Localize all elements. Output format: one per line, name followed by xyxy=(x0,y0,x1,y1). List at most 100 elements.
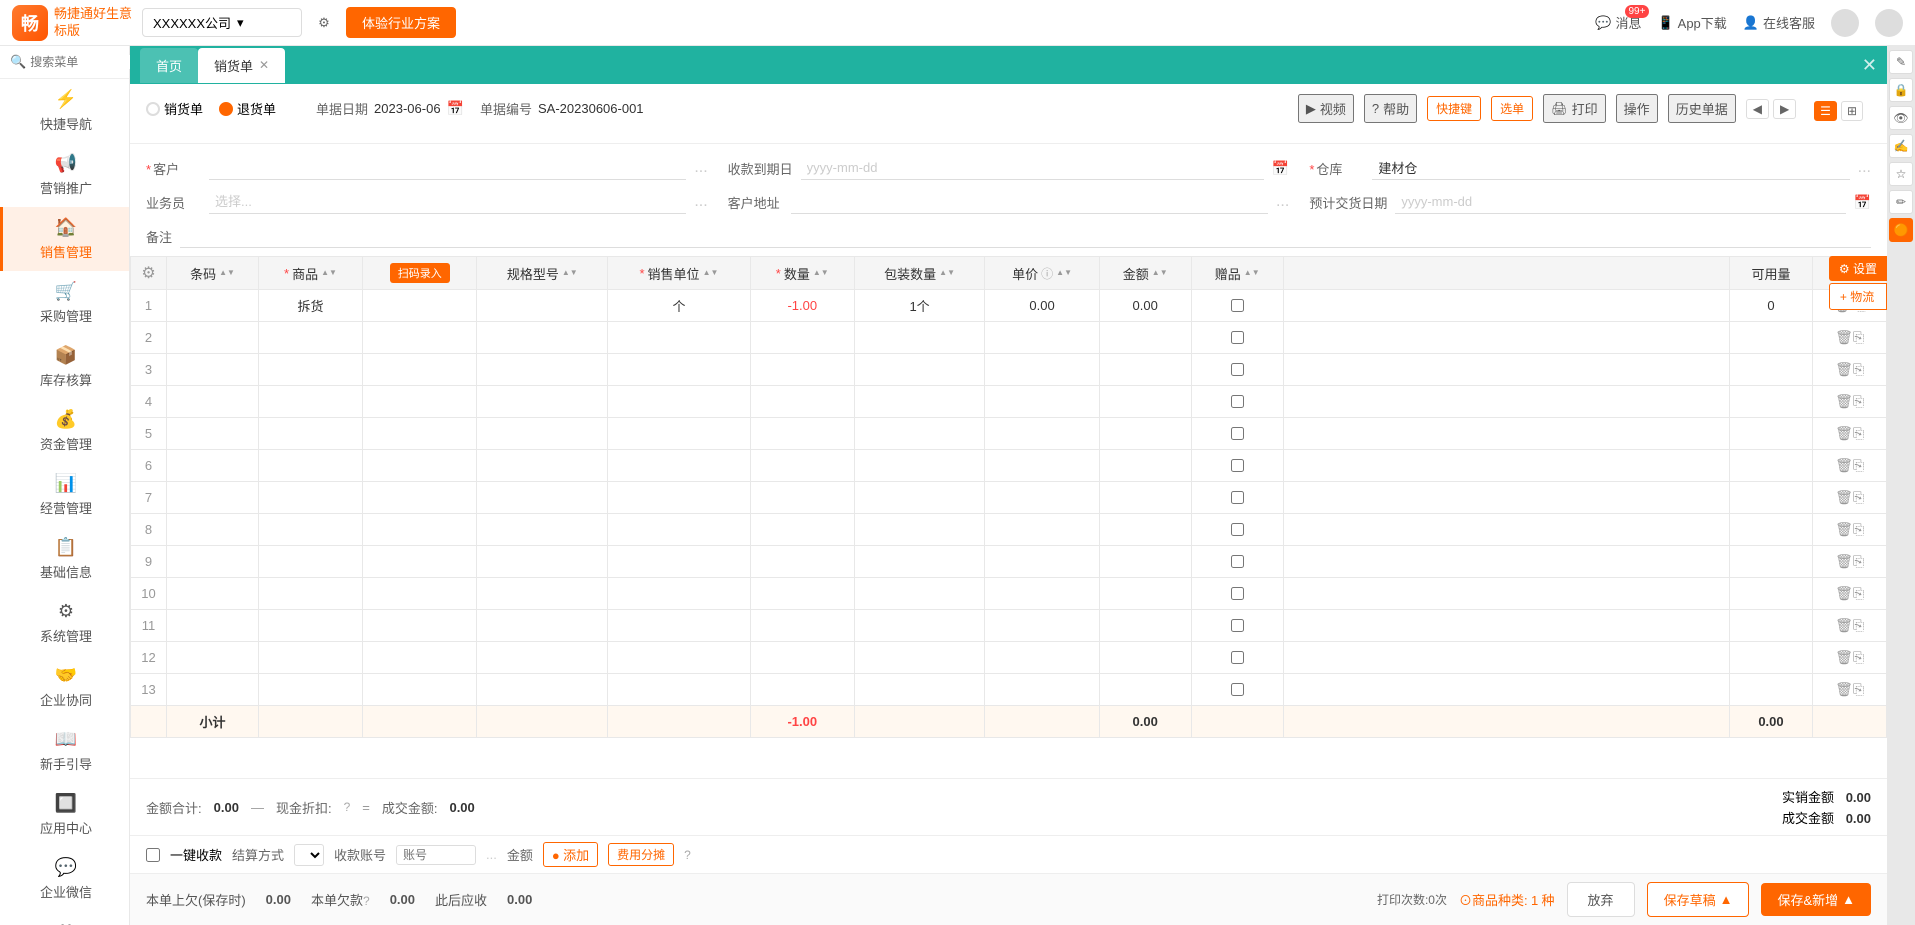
gift-checkbox-3[interactable] xyxy=(1231,363,1244,376)
copy-icon-11[interactable]: ⎘ xyxy=(1853,617,1864,633)
row-barcode-1[interactable] xyxy=(167,290,259,322)
sidebar-item-quick-nav[interactable]: ⚡ 快捷导航 xyxy=(0,79,129,143)
row-price-1[interactable]: 0.00 xyxy=(985,290,1099,322)
right-btn-orange[interactable]: 🟠 xyxy=(1889,218,1913,242)
sidebar-item-operations[interactable]: 📊 经营管理 xyxy=(0,463,129,527)
window-close-button[interactable]: ✕ xyxy=(1862,55,1877,76)
copy-icon-6[interactable]: ⎘ xyxy=(1853,457,1864,473)
radio-sales[interactable]: 销货单 xyxy=(146,99,203,118)
sidebar-item-purchase[interactable]: 🛒 采购管理 xyxy=(0,271,129,335)
online-service-button[interactable]: 👤 在线客服 xyxy=(1743,13,1815,32)
settings-float-button[interactable]: ⚙ 设置 xyxy=(1829,256,1887,281)
fee-help-icon[interactable]: ? xyxy=(684,848,691,862)
gift-checkbox-13[interactable] xyxy=(1231,683,1244,696)
row-unit-1[interactable]: 个 xyxy=(608,290,751,322)
gift-checkbox-5[interactable] xyxy=(1231,427,1244,440)
copy-icon-10[interactable]: ⎘ xyxy=(1853,585,1864,601)
gift-checkbox-10[interactable] xyxy=(1231,587,1244,600)
logistics-float-button[interactable]: + 物流 xyxy=(1829,283,1887,310)
gift-checkbox-9[interactable] xyxy=(1231,555,1244,568)
delete-icon-6[interactable]: 🗑 xyxy=(1835,457,1853,473)
list-view-button[interactable]: ☰ xyxy=(1814,101,1837,121)
user-avatar2[interactable] xyxy=(1875,9,1903,37)
prev-button[interactable]: ◀ xyxy=(1746,99,1769,119)
print-button[interactable]: 🖨 打印 xyxy=(1543,94,1606,123)
delete-icon-12[interactable]: 🗑 xyxy=(1835,649,1853,665)
row-amount-1[interactable]: 0.00 xyxy=(1099,290,1191,322)
abandon-button[interactable]: 放弃 xyxy=(1567,882,1635,917)
save-new-button[interactable]: 保存&新增 ▲ xyxy=(1761,883,1871,916)
salesperson-dots[interactable]: ... xyxy=(694,193,707,211)
right-btn-5[interactable]: ☆ xyxy=(1889,162,1913,186)
owe-info-icon[interactable]: ? xyxy=(363,894,370,908)
add-payment-button[interactable]: ● 添加 xyxy=(543,842,598,867)
account-dots[interactable]: ... xyxy=(486,847,497,862)
delete-icon-5[interactable]: 🗑 xyxy=(1835,425,1853,441)
gift-checkbox-11[interactable] xyxy=(1231,619,1244,632)
tab-sales-order[interactable]: 销货单 ✕ xyxy=(198,48,285,83)
gift-checkbox-6[interactable] xyxy=(1231,459,1244,472)
customer-input[interactable] xyxy=(209,156,686,180)
trial-button[interactable]: 体验行业方案 xyxy=(346,7,456,38)
gift-checkbox-12[interactable] xyxy=(1231,651,1244,664)
row-gift-1[interactable] xyxy=(1191,290,1283,322)
gift-checkbox-4[interactable] xyxy=(1231,395,1244,408)
right-btn-1[interactable]: ✎ xyxy=(1889,50,1913,74)
sidebar-item-guide[interactable]: 📖 新手引导 xyxy=(0,719,129,783)
copy-icon-5[interactable]: ⎘ xyxy=(1853,425,1864,441)
sidebar-item-wechat[interactable]: 💬 企业微信 xyxy=(0,847,129,911)
copy-icon-2[interactable]: ⎘ xyxy=(1853,329,1864,345)
salesperson-input[interactable] xyxy=(209,190,686,214)
gift-checkbox-8[interactable] xyxy=(1231,523,1244,536)
delete-icon-8[interactable]: 🗑 xyxy=(1835,521,1853,537)
sidebar-item-finance[interactable]: 💰 资金管理 xyxy=(0,399,129,463)
gift-checkbox-1[interactable] xyxy=(1231,299,1244,312)
actions-button[interactable]: 操作 xyxy=(1616,94,1658,123)
right-btn-4[interactable]: ✍ xyxy=(1889,134,1913,158)
user-avatar[interactable] xyxy=(1831,9,1859,37)
notes-input[interactable] xyxy=(180,224,1871,248)
right-btn-6[interactable]: ✏ xyxy=(1889,190,1913,214)
copy-icon-4[interactable]: ⎘ xyxy=(1853,393,1864,409)
customer-dots[interactable]: ... xyxy=(694,159,707,177)
grid-view-button[interactable]: ⊞ xyxy=(1841,101,1863,121)
sidebar-item-basics[interactable]: 📋 基础信息 xyxy=(0,527,129,591)
shortcuts-button[interactable]: 快捷键 xyxy=(1427,96,1481,121)
gift-checkbox-2[interactable] xyxy=(1231,331,1244,344)
video-button[interactable]: ▶ 视频 xyxy=(1298,94,1354,123)
next-button[interactable]: ▶ xyxy=(1773,99,1796,119)
copy-icon-7[interactable]: ⎘ xyxy=(1853,489,1864,505)
address-dots[interactable]: ... xyxy=(1276,193,1289,211)
sidebar-item-marketing[interactable]: 📢 营销推广 xyxy=(0,143,129,207)
copy-icon-12[interactable]: ⎘ xyxy=(1853,649,1864,665)
sidebar-item-system[interactable]: ⚙ 系统管理 xyxy=(0,591,129,655)
account-input[interactable] xyxy=(396,845,476,865)
scan-button[interactable]: 扫码录入 xyxy=(390,263,450,283)
copy-icon-13[interactable]: ⎘ xyxy=(1853,681,1864,697)
delete-icon-11[interactable]: 🗑 xyxy=(1835,617,1853,633)
history-button[interactable]: 历史单据 xyxy=(1668,94,1736,123)
right-btn-3[interactable]: 👁 xyxy=(1889,106,1913,130)
one-click-payment-checkbox[interactable] xyxy=(146,848,160,862)
sidebar-item-vip[interactable]: V 畅会员 xyxy=(0,911,129,925)
delete-icon-3[interactable]: 🗑 xyxy=(1835,361,1853,377)
gear-icon[interactable]: ⚙ xyxy=(141,265,155,282)
gift-checkbox-7[interactable] xyxy=(1231,491,1244,504)
customer-address-input[interactable] xyxy=(791,190,1268,214)
expected-date-input[interactable] xyxy=(1395,190,1845,214)
warehouse-input[interactable] xyxy=(1372,156,1849,180)
delete-icon-2[interactable]: 🗑 xyxy=(1835,329,1853,345)
row-qty-1[interactable]: -1.00 xyxy=(750,290,854,322)
warehouse-dots[interactable]: ... xyxy=(1858,159,1871,177)
expected-date-calendar-icon[interactable]: 📅 xyxy=(1854,194,1871,211)
sidebar-item-sales[interactable]: 🏠 销售管理 xyxy=(0,207,129,271)
sidebar-item-apps[interactable]: 🔲 应用中心 xyxy=(0,783,129,847)
row-pack-qty-1[interactable]: 1个 xyxy=(854,290,985,322)
payment-method-select[interactable] xyxy=(294,844,324,866)
right-btn-2[interactable]: 🔒 xyxy=(1889,78,1913,102)
radio-return[interactable]: 退货单 xyxy=(219,99,276,118)
sidebar-item-inventory[interactable]: 📦 库存核算 xyxy=(0,335,129,399)
delete-icon-7[interactable]: 🗑 xyxy=(1835,489,1853,505)
copy-icon-9[interactable]: ⎘ xyxy=(1853,553,1864,569)
calendar-icon[interactable]: 📅 xyxy=(447,100,464,117)
